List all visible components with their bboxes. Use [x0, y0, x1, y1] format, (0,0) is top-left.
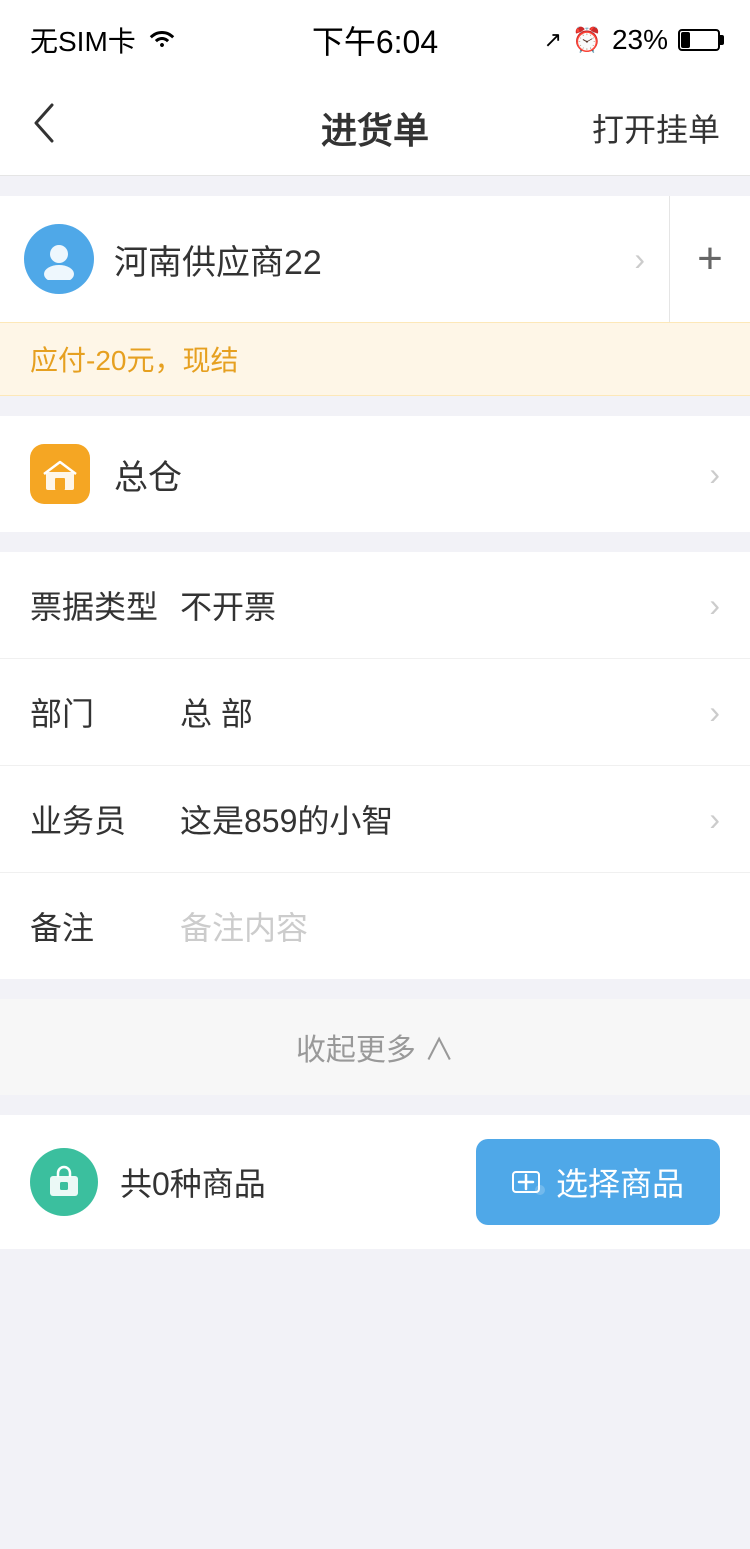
status-bar-left: 无SIM卡: [30, 20, 176, 60]
department-row[interactable]: 部门 总 部 ›: [0, 659, 750, 766]
open-pending-button[interactable]: 打开挂单: [592, 105, 720, 151]
bottom-section: 共0种商品 选择商品: [0, 1115, 750, 1249]
warehouse-section[interactable]: 总仓 ›: [0, 416, 750, 532]
battery-icon: [678, 29, 720, 51]
supplier-name: 河南供应商22: [114, 235, 624, 284]
warehouse-chevron-icon: ›: [709, 456, 720, 493]
supplier-selector[interactable]: 河南供应商22 ›: [0, 196, 670, 322]
remark-label: 备注: [30, 903, 160, 949]
warehouse-name: 总仓: [114, 450, 699, 499]
remark-input[interactable]: 备注内容: [160, 903, 720, 949]
collapse-label: 收起更多 ∧: [296, 1025, 454, 1069]
status-bar-right: ↗ ⏰ 23%: [544, 24, 720, 56]
warehouse-icon: [30, 444, 90, 504]
invoice-type-chevron-icon: ›: [709, 587, 720, 624]
status-bar-time: 下午6:04: [312, 17, 438, 63]
page-title: 进货单: [321, 102, 429, 154]
notice-text: 应付-20元，现结: [30, 345, 238, 376]
collapse-button[interactable]: 收起更多 ∧: [0, 999, 750, 1095]
remark-row[interactable]: 备注 备注内容: [0, 873, 750, 979]
form-section: 票据类型 不开票 › 部门 总 部 › 业务员 这是859的小智 › 备注 备注…: [0, 552, 750, 979]
salesperson-chevron-icon: ›: [709, 801, 720, 838]
notice-bar: 应付-20元，现结: [0, 322, 750, 396]
invoice-type-value: 不开票: [160, 582, 699, 628]
carrier-label: 无SIM卡: [30, 20, 136, 60]
alarm-icon: ⏰: [572, 26, 602, 55]
supplier-chevron-icon: ›: [634, 241, 645, 278]
invoice-type-label: 票据类型: [30, 582, 160, 628]
select-product-label: 选择商品: [556, 1159, 684, 1205]
battery-percentage: 23%: [612, 24, 668, 56]
salesperson-row[interactable]: 业务员 这是859的小智 ›: [0, 766, 750, 873]
gray-background: [0, 1249, 750, 1549]
status-bar: 无SIM卡 下午6:04 ↗ ⏰ 23%: [0, 0, 750, 80]
location-icon: ↗: [544, 27, 562, 53]
salesperson-value: 这是859的小智: [160, 796, 699, 842]
content-area: 河南供应商22 › + 应付-20元，现结 总仓 › 票据类型 不开票 › 部门: [0, 196, 750, 1549]
salesperson-label: 业务员: [30, 796, 160, 842]
nav-bar: 进货单 打开挂单: [0, 80, 750, 176]
back-button[interactable]: [30, 101, 90, 155]
supplier-section: 河南供应商22 › +: [0, 196, 750, 322]
product-count: 共0种商品: [120, 1159, 476, 1205]
supplier-avatar: [24, 224, 94, 294]
department-value: 总 部: [160, 689, 699, 735]
product-icon: [30, 1148, 98, 1216]
wifi-icon: [148, 26, 176, 55]
invoice-type-row[interactable]: 票据类型 不开票 ›: [0, 552, 750, 659]
select-product-button[interactable]: 选择商品: [476, 1139, 720, 1225]
department-chevron-icon: ›: [709, 694, 720, 731]
department-label: 部门: [30, 689, 160, 735]
add-supplier-button[interactable]: +: [670, 196, 750, 322]
